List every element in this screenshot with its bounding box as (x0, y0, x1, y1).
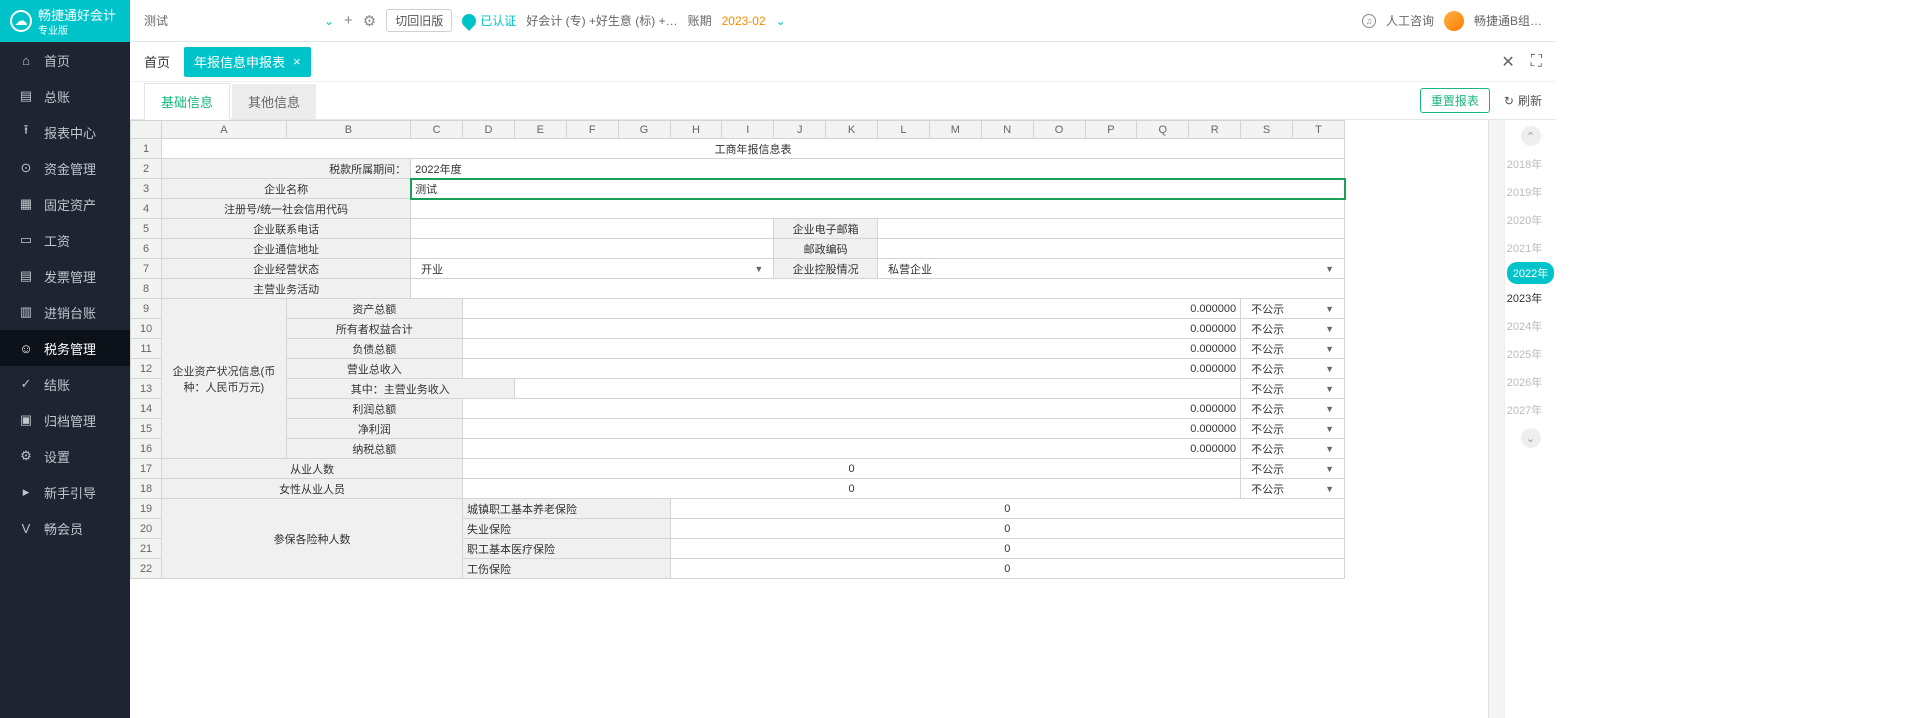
reset-report-button[interactable]: 重置报表 (1420, 88, 1490, 113)
sidebar-item-6[interactable]: ▤发票管理 (0, 258, 130, 294)
disclose-select[interactable]: 不公示▼ (1245, 401, 1340, 417)
company-name: 测试 (144, 12, 168, 29)
disclose-select[interactable]: 不公示▼ (1245, 421, 1340, 437)
year-option[interactable]: 2022年 (1507, 262, 1554, 284)
sidebar-item-12[interactable]: ▸新手引导 (0, 474, 130, 510)
disclose-select[interactable]: 不公示▼ (1245, 321, 1340, 337)
year-option[interactable]: 2020年 (1507, 206, 1554, 234)
nav-icon: ☺ (18, 340, 34, 356)
subtab-other[interactable]: 其他信息 (232, 84, 316, 119)
disclose-select[interactable]: 不公示▼ (1245, 301, 1340, 317)
company-selector[interactable]: 测试 ⌄ (144, 10, 334, 32)
sidebar-item-1[interactable]: ▤总账 (0, 78, 130, 114)
nav-icon: ⭱ (18, 124, 34, 140)
sidebar-item-0[interactable]: ⌂首页 (0, 42, 130, 78)
company-name-cell[interactable]: 测试 (411, 179, 1345, 199)
subtab-basic[interactable]: 基础信息 (144, 83, 230, 120)
verified-badge: 已认证 (462, 12, 516, 29)
disclose-select[interactable]: 不公示▼ (1245, 341, 1340, 357)
disclose-select[interactable]: 不公示▼ (1245, 381, 1340, 397)
nav-icon: ▤ (18, 268, 34, 284)
shield-icon (459, 11, 479, 31)
headset-icon: ♫ (1362, 14, 1376, 28)
page-tabs: 首页 年报信息申报表 × ✕ ⛶ (130, 42, 1556, 82)
product-name: 好会计 (专) +好生意 (标) +… (526, 12, 677, 29)
refresh-button[interactable]: ↻ 刷新 (1504, 92, 1542, 109)
company-settings-button[interactable]: ⚙ (363, 12, 376, 30)
year-down-button[interactable]: ⌄ (1521, 428, 1541, 448)
brand-logo: ☁ 畅捷通好会计 专业版 (0, 0, 130, 42)
period-chevron-icon[interactable]: ⌄ (776, 14, 786, 28)
support-link[interactable]: 人工咨询 (1386, 12, 1434, 29)
disclose-select[interactable]: 不公示▼ (1245, 481, 1340, 497)
nav-icon: ▥ (18, 304, 34, 320)
disclose-select[interactable]: 不公示▼ (1245, 441, 1340, 457)
year-option[interactable]: 2027年 (1507, 396, 1554, 424)
tab-annual-report[interactable]: 年报信息申报表 × (184, 47, 311, 77)
tab-home[interactable]: 首页 (144, 52, 170, 71)
fullscreen-button[interactable]: ⛶ (1531, 53, 1542, 71)
nav-icon: ▤ (18, 88, 34, 104)
disclose-select[interactable]: 不公示▼ (1245, 461, 1340, 477)
switch-old-button[interactable]: 切回旧版 (386, 9, 452, 32)
close-all-tabs-button[interactable]: ✕ (1501, 52, 1514, 72)
sidebar-item-7[interactable]: ▥进销台账 (0, 294, 130, 330)
chevron-down-icon: ⌄ (324, 14, 334, 28)
top-header: 测试 ⌄ + ⚙ 切回旧版 已认证 好会计 (专) +好生意 (标) +… 账期… (130, 0, 1556, 42)
sidebar-item-9[interactable]: ✓结账 (0, 366, 130, 402)
year-up-button[interactable]: ⌃ (1521, 126, 1541, 146)
sidebar-item-2[interactable]: ⭱报表中心 (0, 114, 130, 150)
sidebar-item-3[interactable]: ⊙资金管理 (0, 150, 130, 186)
nav-icon: ▣ (18, 412, 34, 428)
year-option[interactable]: 2018年 (1507, 150, 1554, 178)
sidebar-item-11[interactable]: ⚙设置 (0, 438, 130, 474)
sidebar-item-4[interactable]: ▦固定资产 (0, 186, 130, 222)
year-selector: ⌃ 2018年2019年2020年2021年2022年2023年2024年202… (1504, 120, 1556, 718)
user-avatar[interactable] (1444, 11, 1464, 31)
year-option[interactable]: 2019年 (1507, 178, 1554, 206)
year-option[interactable]: 2024年 (1507, 312, 1554, 340)
refresh-icon: ↻ (1504, 94, 1514, 108)
user-name[interactable]: 畅捷通B组… (1474, 12, 1542, 29)
sidebar-item-13[interactable]: V畅会员 (0, 510, 130, 546)
sidebar-item-5[interactable]: ▭工资 (0, 222, 130, 258)
brand-edition: 专业版 (38, 22, 116, 37)
add-company-button[interactable]: + (344, 12, 353, 29)
year-option[interactable]: 2023年 (1507, 284, 1554, 312)
nav-icon: ✓ (18, 376, 34, 392)
nav-icon: ⊙ (18, 160, 34, 176)
disclose-select[interactable]: 私营企业▼ (882, 261, 1340, 277)
disclose-select[interactable]: 开业▼ (415, 261, 769, 277)
cloud-icon: ☁ (10, 10, 32, 32)
sidebar: ☁ 畅捷通好会计 专业版 ⌂首页▤总账⭱报表中心⊙资金管理▦固定资产▭工资▤发票… (0, 0, 130, 718)
spreadsheet[interactable]: ABCDEFGHIJKLMNOPQRST1工商年报信息表2税款所属期间：2022… (130, 120, 1488, 718)
nav-icon: V (18, 520, 34, 536)
year-option[interactable]: 2021年 (1507, 234, 1554, 262)
period-label: 账期 (688, 12, 712, 29)
disclose-select[interactable]: 不公示▼ (1245, 361, 1340, 377)
year-option[interactable]: 2026年 (1507, 368, 1554, 396)
period-value[interactable]: 2023-02 (722, 14, 766, 28)
nav-icon: ▭ (18, 232, 34, 248)
nav-icon: ▸ (18, 484, 34, 500)
nav-icon: ⚙ (18, 448, 34, 464)
sidebar-item-10[interactable]: ▣归档管理 (0, 402, 130, 438)
nav-icon: ⌂ (18, 52, 34, 68)
sidebar-item-8[interactable]: ☺税务管理 (0, 330, 130, 366)
close-icon[interactable]: × (293, 54, 301, 69)
year-option[interactable]: 2025年 (1507, 340, 1554, 368)
sub-tabs: 基础信息 其他信息 重置报表 ↻ 刷新 (130, 82, 1556, 120)
vertical-scrollbar[interactable] (1488, 120, 1504, 718)
nav-icon: ▦ (18, 196, 34, 212)
